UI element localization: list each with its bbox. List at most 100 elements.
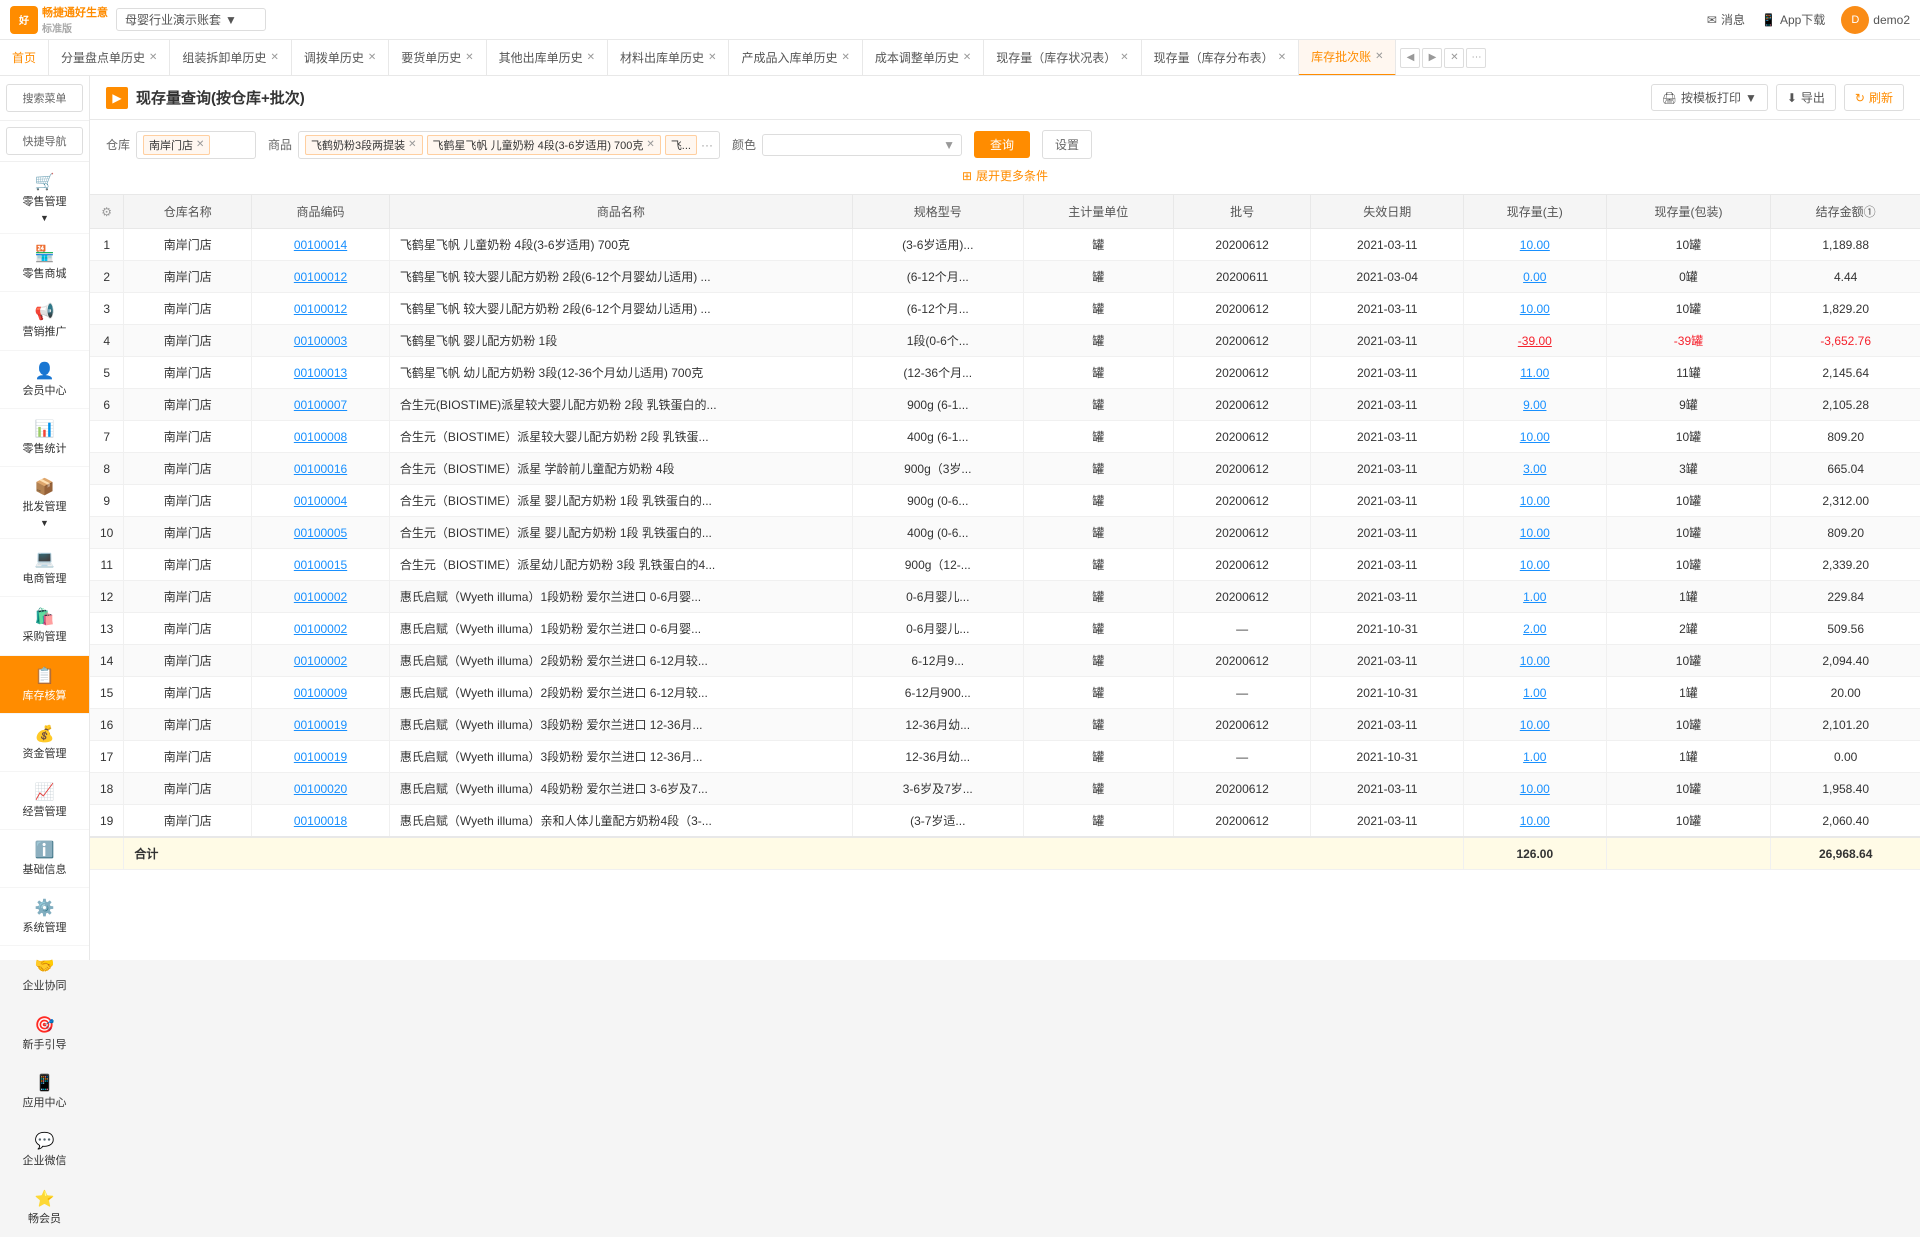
warehouse-tag-close[interactable]: ✕ bbox=[196, 139, 204, 150]
close-icon[interactable]: ✕ bbox=[270, 52, 278, 63]
expand-panel-button[interactable]: ▶ bbox=[106, 87, 128, 109]
close-icon[interactable]: ✕ bbox=[1278, 52, 1286, 63]
sidebar-item-ecommerce[interactable]: 💻 电商管理 bbox=[0, 539, 89, 597]
product-tag-1-close[interactable]: ✕ bbox=[408, 139, 416, 150]
tab-xiancun2[interactable]: 现存量（库存分布表） ✕ bbox=[1142, 40, 1299, 76]
th-settings[interactable]: ⚙ bbox=[90, 195, 124, 229]
td-qty-main[interactable]: 1.00 bbox=[1464, 677, 1607, 709]
td-qty-main[interactable]: 1.00 bbox=[1464, 581, 1607, 613]
td-code[interactable]: 00100004 bbox=[252, 485, 390, 517]
warehouse-select[interactable]: 母婴行业演示账套 ▼ bbox=[116, 8, 266, 31]
tab-xiancun1[interactable]: 现存量（库存状况表） ✕ bbox=[984, 40, 1141, 76]
td-code[interactable]: 00100009 bbox=[252, 677, 390, 709]
product-tag-2-close[interactable]: ✕ bbox=[646, 139, 654, 150]
td-code[interactable]: 00100002 bbox=[252, 613, 390, 645]
sidebar-item-guide[interactable]: 🎯 新手引导 bbox=[0, 1005, 89, 1063]
warehouse-input[interactable]: 南岸门店 ✕ bbox=[136, 131, 256, 159]
td-code[interactable]: 00100016 bbox=[252, 453, 390, 485]
user-avatar[interactable]: D demo2 bbox=[1841, 6, 1910, 34]
search-button[interactable]: 查询 bbox=[974, 131, 1030, 158]
settings-icon[interactable]: ⚙ bbox=[101, 205, 112, 219]
td-qty-main[interactable]: 1.00 bbox=[1464, 741, 1607, 773]
sidebar-item-retail-mgmt[interactable]: 🛒 零售管理 ▼ bbox=[0, 162, 89, 234]
nav-close-arrow[interactable]: ✕ bbox=[1444, 48, 1464, 68]
expand-filters-button[interactable]: ⊞ 展开更多条件 bbox=[962, 167, 1048, 184]
td-code[interactable]: 00100008 bbox=[252, 421, 390, 453]
message-button[interactable]: ✉ 消息 bbox=[1707, 11, 1745, 28]
tab-fenliang[interactable]: 分量盘点单历史 ✕ bbox=[49, 40, 170, 76]
td-code[interactable]: 00100014 bbox=[252, 229, 390, 261]
close-icon[interactable]: ✕ bbox=[1120, 52, 1128, 63]
td-qty-main[interactable]: -39.00 bbox=[1464, 325, 1607, 357]
sidebar-item-retail-stats[interactable]: 📊 零售统计 bbox=[0, 409, 89, 467]
sidebar-item-system[interactable]: ⚙️ 系统管理 bbox=[0, 888, 89, 946]
quick-nav-button[interactable]: 快捷导航 bbox=[6, 127, 83, 155]
print-button[interactable]: 🖨 按模板打印 ▼ bbox=[1651, 84, 1768, 111]
sidebar-item-basics[interactable]: ℹ️ 基础信息 bbox=[0, 830, 89, 888]
color-dropdown-arrow[interactable]: ▼ bbox=[943, 138, 955, 152]
sidebar-item-purchase[interactable]: 🛍️ 采购管理 bbox=[0, 597, 89, 655]
tab-qita[interactable]: 其他出库单历史 ✕ bbox=[487, 40, 608, 76]
td-qty-main[interactable]: 10.00 bbox=[1464, 549, 1607, 581]
product-input[interactable]: 飞鹤奶粉3段两提装 ✕ 飞鹤星飞帆 儿童奶粉 4段(3-6岁适用) 700克 ✕… bbox=[298, 131, 720, 159]
sidebar-item-finance[interactable]: 💰 资金管理 bbox=[0, 714, 89, 772]
export-button[interactable]: ⬇ 导出 bbox=[1776, 84, 1836, 111]
tab-chengpin[interactable]: 产成品入库单历史 ✕ bbox=[729, 40, 862, 76]
tab-zuzhuang[interactable]: 组装拆卸单历史 ✕ bbox=[170, 40, 291, 76]
sidebar-item-collab[interactable]: 🤝 企业协同 bbox=[0, 946, 89, 1004]
tab-chengben[interactable]: 成本调整单历史 ✕ bbox=[863, 40, 984, 76]
td-qty-main[interactable]: 10.00 bbox=[1464, 229, 1607, 261]
sidebar-item-marketing[interactable]: 📢 营销推广 bbox=[0, 292, 89, 350]
td-code[interactable]: 00100015 bbox=[252, 549, 390, 581]
td-qty-main[interactable]: 9.00 bbox=[1464, 389, 1607, 421]
close-icon[interactable]: ✕ bbox=[149, 52, 157, 63]
td-code[interactable]: 00100019 bbox=[252, 741, 390, 773]
td-code[interactable]: 00100005 bbox=[252, 517, 390, 549]
td-qty-main[interactable]: 0.00 bbox=[1464, 261, 1607, 293]
sidebar-item-retail-shop[interactable]: 🏪 零售商城 bbox=[0, 234, 89, 292]
refresh-button[interactable]: ↻ 刷新 bbox=[1844, 84, 1904, 111]
td-qty-main[interactable]: 10.00 bbox=[1464, 293, 1607, 325]
tab-kucun[interactable]: 库存批次账 ✕ bbox=[1299, 40, 1396, 76]
nav-right-arrow[interactable]: ▶ bbox=[1422, 48, 1442, 68]
td-qty-main[interactable]: 3.00 bbox=[1464, 453, 1607, 485]
sidebar-item-inventory[interactable]: 📋 库存核算 bbox=[0, 656, 89, 714]
sidebar-item-operations[interactable]: 📈 经营管理 bbox=[0, 772, 89, 830]
td-code[interactable]: 00100012 bbox=[252, 293, 390, 325]
color-input[interactable]: ▼ bbox=[762, 134, 962, 156]
close-icon[interactable]: ✕ bbox=[708, 52, 716, 63]
td-qty-main[interactable]: 10.00 bbox=[1464, 773, 1607, 805]
td-qty-main[interactable]: 10.00 bbox=[1464, 517, 1607, 549]
close-icon[interactable]: ✕ bbox=[963, 52, 971, 63]
td-code[interactable]: 00100002 bbox=[252, 581, 390, 613]
tab-diaobo[interactable]: 调拨单历史 ✕ bbox=[292, 40, 389, 76]
td-code[interactable]: 00100003 bbox=[252, 325, 390, 357]
td-qty-main[interactable]: 10.00 bbox=[1464, 645, 1607, 677]
tab-cailiao[interactable]: 材料出库单历史 ✕ bbox=[608, 40, 729, 76]
close-icon[interactable]: ✕ bbox=[368, 52, 376, 63]
td-qty-main[interactable]: 10.00 bbox=[1464, 709, 1607, 741]
close-icon[interactable]: ✕ bbox=[1375, 51, 1383, 62]
sidebar-item-apps[interactable]: 📱 应用中心 bbox=[0, 1063, 89, 1121]
nav-menu-arrow[interactable]: ⋯ bbox=[1466, 48, 1486, 68]
search-menu-button[interactable]: 搜索菜单 bbox=[6, 84, 83, 112]
td-qty-main[interactable]: 10.00 bbox=[1464, 805, 1607, 838]
sidebar-item-wechat[interactable]: 💬 企业微信 bbox=[0, 1121, 89, 1179]
td-qty-main[interactable]: 11.00 bbox=[1464, 357, 1607, 389]
td-code[interactable]: 00100019 bbox=[252, 709, 390, 741]
sidebar-item-member[interactable]: 👤 会员中心 bbox=[0, 351, 89, 409]
td-code[interactable]: 00100020 bbox=[252, 773, 390, 805]
close-icon[interactable]: ✕ bbox=[587, 52, 595, 63]
td-code[interactable]: 00100013 bbox=[252, 357, 390, 389]
td-qty-main[interactable]: 10.00 bbox=[1464, 485, 1607, 517]
td-code[interactable]: 00100002 bbox=[252, 645, 390, 677]
td-code[interactable]: 00100018 bbox=[252, 805, 390, 838]
td-code[interactable]: 00100007 bbox=[252, 389, 390, 421]
app-download-button[interactable]: 📱 App下载 bbox=[1761, 11, 1825, 28]
td-code[interactable]: 00100012 bbox=[252, 261, 390, 293]
close-icon[interactable]: ✕ bbox=[841, 52, 849, 63]
td-qty-main[interactable]: 2.00 bbox=[1464, 613, 1607, 645]
settings-button[interactable]: 设置 bbox=[1042, 130, 1092, 159]
sidebar-item-wholesale[interactable]: 📦 批发管理 ▼ bbox=[0, 467, 89, 539]
product-more-dots[interactable]: ··· bbox=[701, 138, 713, 152]
